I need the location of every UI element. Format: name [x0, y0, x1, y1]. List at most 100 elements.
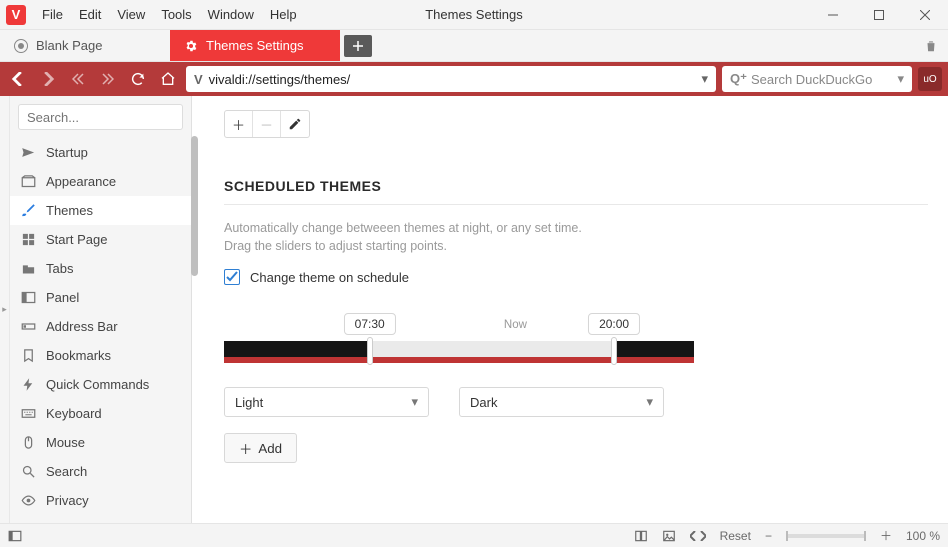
sidebar-item-privacy[interactable]: Privacy [10, 486, 191, 515]
sidebar-item-label: Startup [46, 145, 88, 160]
reload-icon [130, 71, 146, 87]
sidebar-item-label: Tabs [46, 261, 73, 276]
sidebar-item-appearance[interactable]: Appearance [10, 167, 191, 196]
window-close-button[interactable] [902, 0, 948, 30]
accent-line [224, 357, 694, 363]
sidebar-item-label: Themes [46, 203, 93, 218]
rewind-button[interactable] [66, 67, 90, 91]
mouse-icon [20, 435, 36, 451]
grid-icon [20, 232, 36, 248]
sidebar-item-startup[interactable]: Startup [10, 138, 191, 167]
section-heading: SCHEDULED THEMES [224, 178, 928, 194]
menu-file[interactable]: File [42, 7, 63, 22]
theme-remove-button[interactable]: － [253, 111, 281, 137]
menu-view[interactable]: View [117, 7, 145, 22]
tab-blank-page[interactable]: Blank Page [0, 30, 170, 61]
search-engine-icon: Q⁺ [730, 71, 747, 87]
tab-strip: Blank Page Themes Settings [0, 30, 948, 62]
theme-select-dark[interactable]: Dark ▾ [459, 387, 664, 417]
minimize-icon [828, 10, 838, 20]
eye-icon [20, 493, 36, 509]
time-end-bubble[interactable]: 20:00 [588, 313, 640, 335]
menu-help[interactable]: Help [270, 7, 297, 22]
checkbox-icon [224, 269, 240, 285]
settings-content: ＋ － SCHEDULED THEMES Automatically chang… [192, 96, 948, 523]
sidebar-item-label: Keyboard [46, 406, 102, 421]
time-start-bubble[interactable]: 07:30 [344, 313, 396, 335]
sidebar-item-bookmarks[interactable]: Bookmarks [10, 341, 191, 370]
menu-edit[interactable]: Edit [79, 7, 101, 22]
sidebar-item-label: Search [46, 464, 87, 479]
theme-add-button[interactable]: ＋ [225, 111, 253, 137]
window-minimize-button[interactable] [810, 0, 856, 30]
tab-themes-settings[interactable]: Themes Settings [170, 30, 340, 61]
sidebar-item-themes[interactable]: Themes [10, 196, 191, 225]
reload-button[interactable] [126, 67, 150, 91]
gear-icon [184, 39, 198, 53]
sidebar-item-start-page[interactable]: Start Page [10, 225, 191, 254]
timeline-track[interactable] [224, 341, 694, 363]
sidebar-item-mouse[interactable]: Mouse [10, 428, 191, 457]
schedule-checkbox-row[interactable]: Change theme on schedule [224, 269, 928, 285]
keyboard-icon [20, 406, 36, 422]
menu-tools[interactable]: Tools [161, 7, 191, 22]
panel-toggle-button[interactable] [8, 529, 22, 543]
trash-icon [924, 39, 938, 53]
search-dropdown[interactable]: ▾ [897, 71, 904, 87]
app-logo[interactable]: V [6, 5, 26, 25]
fast-forward-icon [102, 73, 114, 85]
images-toggle-button[interactable] [662, 529, 676, 543]
search-field[interactable]: Q⁺ Search DuckDuckGo ▾ [722, 66, 912, 92]
zoom-out-button[interactable]: − [765, 529, 772, 543]
sidebar-item-keyboard[interactable]: Keyboard [10, 399, 191, 428]
slider-handle-start[interactable] [367, 337, 373, 365]
maximize-icon [874, 10, 884, 20]
sidebar-item-label: Bookmarks [46, 348, 111, 363]
theme-select-light[interactable]: Light ▾ [224, 387, 429, 417]
now-label: Now [504, 319, 527, 331]
zoom-in-button[interactable]: ＋ [880, 527, 892, 544]
schedule-timeline: 07:30 20:00 Now [224, 313, 694, 367]
sidebar-item-address-bar[interactable]: Address Bar [10, 312, 191, 341]
forward-button[interactable] [36, 67, 60, 91]
sidebar-item-label: Quick Commands [46, 377, 149, 392]
panel-toggle-strip[interactable] [0, 96, 10, 523]
address-dropdown[interactable]: ▾ [701, 71, 708, 87]
theme-edit-button[interactable] [281, 111, 309, 137]
segment-light [370, 341, 614, 357]
closed-tabs-button[interactable] [914, 30, 948, 61]
back-button[interactable] [6, 67, 30, 91]
tiling-button[interactable] [634, 529, 648, 543]
title-bar: V File Edit View Tools Window Help Theme… [0, 0, 948, 30]
theme-toolbar: ＋ － [224, 110, 310, 138]
bookmark-icon [20, 348, 36, 364]
fast-forward-button[interactable] [96, 67, 120, 91]
sidebar-item-panel[interactable]: Panel [10, 283, 191, 312]
plus-icon: ＋ [239, 439, 252, 458]
sidebar-item-search[interactable]: Search [10, 457, 191, 486]
page-actions-button[interactable] [690, 531, 706, 541]
tiling-icon [634, 529, 648, 543]
sidebar-item-label: Privacy [46, 493, 89, 508]
address-bar[interactable]: V vivaldi://settings/themes/ ▾ [186, 66, 716, 92]
window-maximize-button[interactable] [856, 0, 902, 30]
appearance-icon [20, 174, 36, 190]
sidebar-item-quick-commands[interactable]: Quick Commands [10, 370, 191, 399]
new-tab-button[interactable] [344, 35, 372, 57]
chevron-right-icon [41, 72, 55, 86]
settings-sidebar: Startup Appearance Themes Start Page Tab… [10, 96, 192, 523]
extension-ublock-button[interactable]: uO [918, 67, 942, 91]
slider-handle-end[interactable] [611, 337, 617, 365]
sidebar-item-tabs[interactable]: Tabs [10, 254, 191, 283]
settings-search-input[interactable] [18, 104, 183, 130]
menu-window[interactable]: Window [208, 7, 254, 22]
chevron-left-icon [11, 72, 25, 86]
home-button[interactable] [156, 67, 180, 91]
add-schedule-button[interactable]: ＋ Add [224, 433, 297, 463]
panel-icon [20, 290, 36, 306]
select-value: Light [235, 395, 263, 410]
search-placeholder: Search DuckDuckGo [751, 72, 897, 87]
tabs-icon [20, 261, 36, 277]
zoom-slider[interactable] [786, 534, 866, 538]
zoom-reset-button[interactable]: Reset [720, 529, 751, 543]
